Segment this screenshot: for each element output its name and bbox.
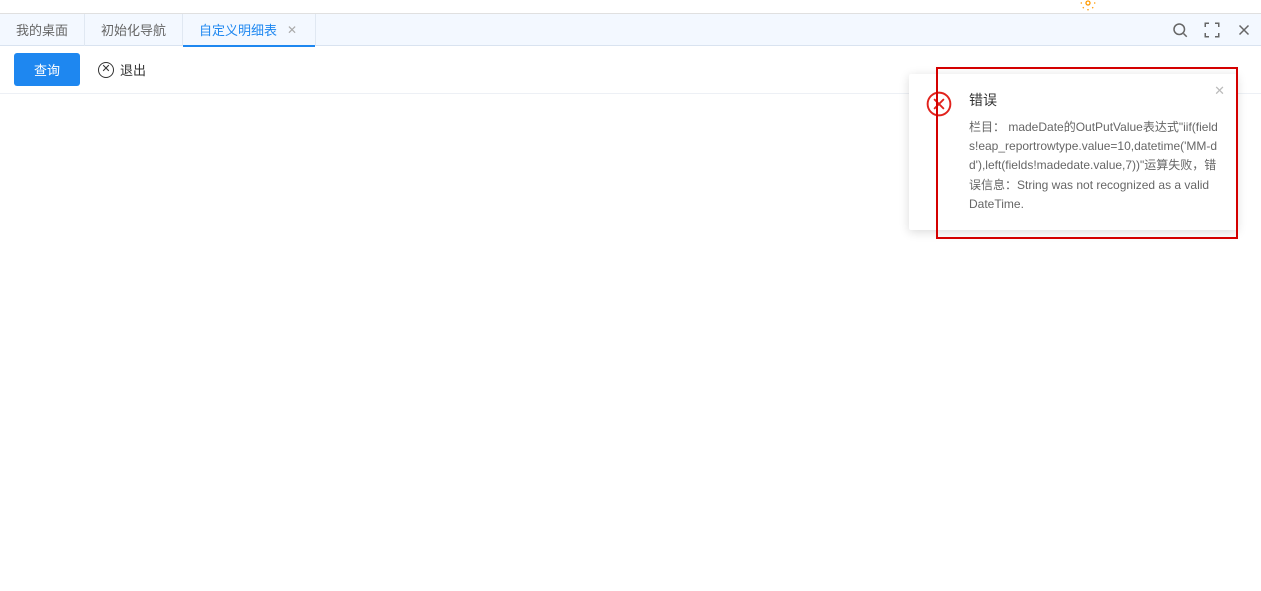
- tab-init-nav[interactable]: 初始化导航: [85, 14, 183, 46]
- tab-bar-actions: [1171, 14, 1253, 46]
- popup-close-icon[interactable]: ✕: [1214, 84, 1225, 97]
- popup-body: 栏目： madeDate的OutPutValue表达式"iif(fields!e…: [969, 118, 1219, 214]
- tab-custom-detail[interactable]: 自定义明细表 ✕: [183, 14, 316, 46]
- close-icon[interactable]: ✕: [285, 23, 299, 37]
- tab-label: 自定义明细表: [199, 20, 277, 39]
- gear-icon[interactable]: [1080, 0, 1096, 11]
- error-popup: ✕ 错误 栏目： madeDate的OutPutValue表达式"iif(fie…: [909, 74, 1237, 230]
- top-bar: [0, 0, 1261, 14]
- error-icon: [925, 90, 953, 118]
- exit-label: 退出: [120, 60, 146, 79]
- tab-bar: 我的桌面 初始化导航 自定义明细表 ✕: [0, 14, 1261, 46]
- search-icon[interactable]: [1171, 21, 1189, 39]
- tab-my-desktop[interactable]: 我的桌面: [0, 14, 85, 46]
- exit-button[interactable]: ✕ 退出: [98, 60, 146, 79]
- tab-label: 初始化导航: [101, 20, 166, 39]
- close-all-icon[interactable]: [1235, 21, 1253, 39]
- exit-icon: ✕: [98, 62, 114, 78]
- popup-title: 错误: [969, 90, 1219, 110]
- fullscreen-icon[interactable]: [1203, 21, 1221, 39]
- query-button[interactable]: 查询: [14, 53, 80, 86]
- tab-label: 我的桌面: [16, 20, 68, 39]
